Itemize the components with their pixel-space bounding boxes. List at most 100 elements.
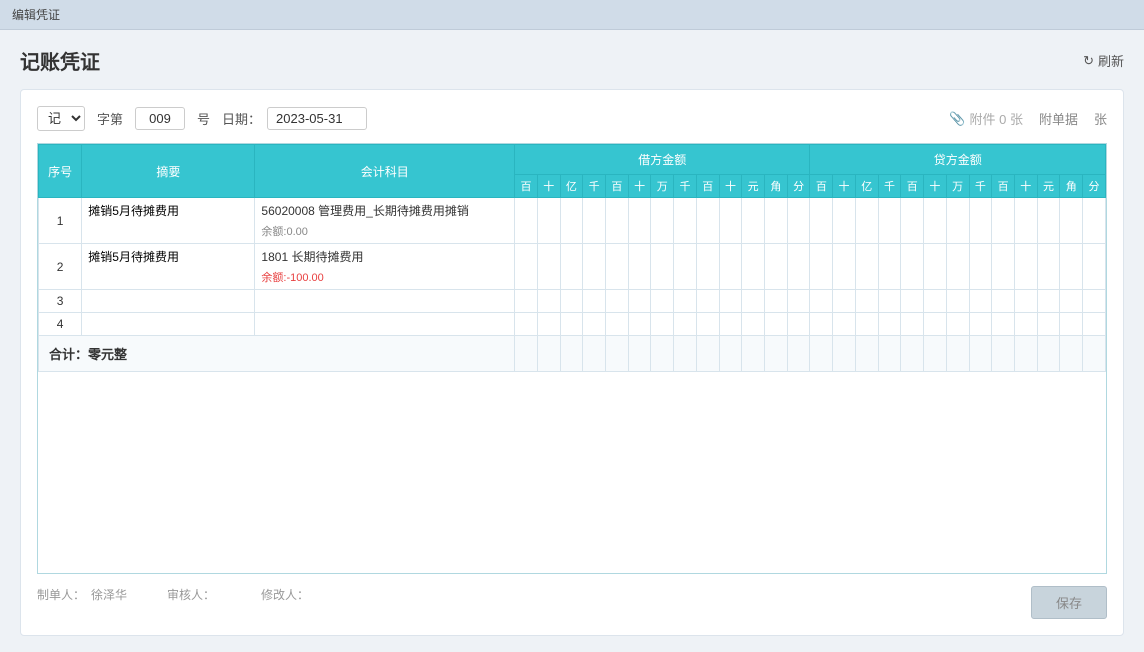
save-button[interactable]: 保存 bbox=[1031, 586, 1107, 619]
credit-digit-0-10[interactable] bbox=[1037, 198, 1060, 244]
debit-digit-3-0[interactable] bbox=[515, 313, 538, 336]
debit-digit-0-9[interactable] bbox=[719, 198, 742, 244]
credit-digit-2-5[interactable] bbox=[924, 290, 947, 313]
credit-digit-2-3[interactable] bbox=[878, 290, 901, 313]
debit-digit-2-2[interactable] bbox=[560, 290, 583, 313]
debit-digit-0-2[interactable] bbox=[560, 198, 583, 244]
credit-digit-0-8[interactable] bbox=[992, 198, 1015, 244]
credit-digit-2-1[interactable] bbox=[833, 290, 856, 313]
debit-digit-2-9[interactable] bbox=[719, 290, 742, 313]
credit-digit-0-5[interactable] bbox=[924, 198, 947, 244]
debit-digit-2-11[interactable] bbox=[765, 290, 788, 313]
refresh-button[interactable]: ↻ 刷新 bbox=[1083, 51, 1124, 70]
debit-digit-3-8[interactable] bbox=[696, 313, 719, 336]
row-seq-2[interactable]: 3 bbox=[39, 290, 82, 313]
credit-digit-1-1[interactable] bbox=[833, 244, 856, 290]
debit-digit-0-0[interactable] bbox=[515, 198, 538, 244]
debit-digit-3-4[interactable] bbox=[606, 313, 629, 336]
debit-digit-0-8[interactable] bbox=[696, 198, 719, 244]
debit-digit-3-12[interactable] bbox=[787, 313, 810, 336]
credit-digit-3-0[interactable] bbox=[810, 313, 833, 336]
credit-digit-1-0[interactable] bbox=[810, 244, 833, 290]
debit-digit-1-6[interactable] bbox=[651, 244, 674, 290]
debit-digit-2-3[interactable] bbox=[583, 290, 606, 313]
debit-digit-1-8[interactable] bbox=[696, 244, 719, 290]
credit-digit-2-6[interactable] bbox=[946, 290, 969, 313]
credit-digit-3-7[interactable] bbox=[969, 313, 992, 336]
debit-digit-0-12[interactable] bbox=[787, 198, 810, 244]
debit-digit-0-4[interactable] bbox=[606, 198, 629, 244]
debit-digit-2-8[interactable] bbox=[696, 290, 719, 313]
debit-digit-2-6[interactable] bbox=[651, 290, 674, 313]
voucher-number[interactable]: 009 bbox=[135, 107, 185, 130]
credit-digit-3-9[interactable] bbox=[1014, 313, 1037, 336]
debit-digit-0-6[interactable] bbox=[651, 198, 674, 244]
debit-digit-1-12[interactable] bbox=[787, 244, 810, 290]
debit-digit-3-2[interactable] bbox=[560, 313, 583, 336]
row-seq-0[interactable]: 1 bbox=[39, 198, 82, 244]
credit-digit-0-12[interactable] bbox=[1083, 198, 1106, 244]
credit-digit-3-5[interactable] bbox=[924, 313, 947, 336]
credit-digit-2-9[interactable] bbox=[1014, 290, 1037, 313]
row-summary-0[interactable]: 摊销5月待摊费用 bbox=[82, 198, 255, 244]
row-account-3[interactable] bbox=[255, 313, 515, 336]
debit-digit-2-7[interactable] bbox=[674, 290, 697, 313]
credit-digit-1-7[interactable] bbox=[969, 244, 992, 290]
credit-digit-3-2[interactable] bbox=[855, 313, 878, 336]
debit-digit-3-6[interactable] bbox=[651, 313, 674, 336]
debit-digit-1-5[interactable] bbox=[628, 244, 651, 290]
row-seq-3[interactable]: 4 bbox=[39, 313, 82, 336]
debit-digit-1-0[interactable] bbox=[515, 244, 538, 290]
row-summary-2[interactable] bbox=[82, 290, 255, 313]
credit-digit-0-7[interactable] bbox=[969, 198, 992, 244]
credit-digit-0-0[interactable] bbox=[810, 198, 833, 244]
debit-digit-3-9[interactable] bbox=[719, 313, 742, 336]
debit-digit-1-7[interactable] bbox=[674, 244, 697, 290]
row-account-1[interactable]: 1801 长期待摊费用余额:-100.00 bbox=[255, 244, 515, 290]
credit-digit-1-2[interactable] bbox=[855, 244, 878, 290]
attachment-icon-link[interactable]: 📎 附件 0 张 bbox=[949, 109, 1023, 128]
credit-digit-1-9[interactable] bbox=[1014, 244, 1037, 290]
debit-digit-1-1[interactable] bbox=[537, 244, 560, 290]
single-attach-label[interactable]: 附单据 bbox=[1039, 109, 1078, 128]
row-summary-3[interactable] bbox=[82, 313, 255, 336]
row-account-2[interactable] bbox=[255, 290, 515, 313]
credit-digit-2-7[interactable] bbox=[969, 290, 992, 313]
date-value[interactable]: 2023-05-31 bbox=[267, 107, 367, 130]
row-summary-1[interactable]: 摊销5月待摊费用 bbox=[82, 244, 255, 290]
credit-digit-3-8[interactable] bbox=[992, 313, 1015, 336]
debit-digit-0-10[interactable] bbox=[742, 198, 765, 244]
credit-digit-0-2[interactable] bbox=[855, 198, 878, 244]
debit-digit-0-3[interactable] bbox=[583, 198, 606, 244]
debit-digit-0-11[interactable] bbox=[765, 198, 788, 244]
debit-digit-1-9[interactable] bbox=[719, 244, 742, 290]
debit-digit-3-5[interactable] bbox=[628, 313, 651, 336]
row-account-0[interactable]: 56020008 管理费用_长期待摊费用摊销余额:0.00 bbox=[255, 198, 515, 244]
debit-digit-1-11[interactable] bbox=[765, 244, 788, 290]
credit-digit-0-11[interactable] bbox=[1060, 198, 1083, 244]
credit-digit-1-5[interactable] bbox=[924, 244, 947, 290]
debit-digit-0-7[interactable] bbox=[674, 198, 697, 244]
credit-digit-3-4[interactable] bbox=[901, 313, 924, 336]
row-seq-1[interactable]: 2 bbox=[39, 244, 82, 290]
voucher-type-select[interactable]: 记 bbox=[37, 106, 85, 131]
credit-digit-2-10[interactable] bbox=[1037, 290, 1060, 313]
credit-digit-1-10[interactable] bbox=[1037, 244, 1060, 290]
credit-digit-2-11[interactable] bbox=[1060, 290, 1083, 313]
credit-digit-2-12[interactable] bbox=[1083, 290, 1106, 313]
credit-digit-1-11[interactable] bbox=[1060, 244, 1083, 290]
debit-digit-1-10[interactable] bbox=[742, 244, 765, 290]
credit-digit-3-12[interactable] bbox=[1083, 313, 1106, 336]
credit-digit-1-3[interactable] bbox=[878, 244, 901, 290]
debit-digit-3-1[interactable] bbox=[537, 313, 560, 336]
debit-digit-2-1[interactable] bbox=[537, 290, 560, 313]
credit-digit-3-6[interactable] bbox=[946, 313, 969, 336]
credit-digit-0-3[interactable] bbox=[878, 198, 901, 244]
credit-digit-1-6[interactable] bbox=[946, 244, 969, 290]
debit-digit-3-3[interactable] bbox=[583, 313, 606, 336]
credit-digit-0-6[interactable] bbox=[946, 198, 969, 244]
credit-digit-3-3[interactable] bbox=[878, 313, 901, 336]
credit-digit-1-4[interactable] bbox=[901, 244, 924, 290]
debit-digit-1-4[interactable] bbox=[606, 244, 629, 290]
debit-digit-0-1[interactable] bbox=[537, 198, 560, 244]
